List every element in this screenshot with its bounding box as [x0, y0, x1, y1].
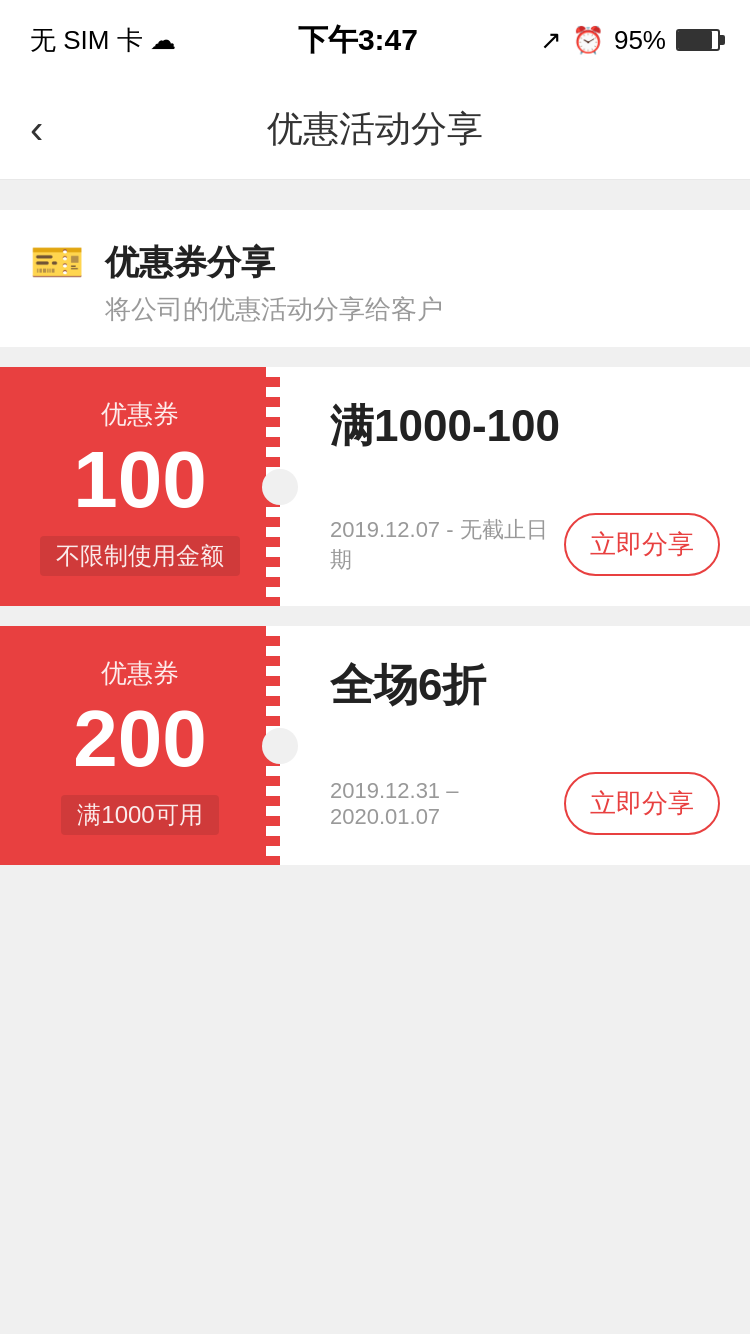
page-title: 优惠活动分享: [267, 105, 483, 154]
battery-icon: [676, 29, 720, 51]
no-sim-text: 无 SIM 卡 ☁: [30, 23, 176, 58]
status-right: ↗ ⏰ 95%: [540, 25, 720, 56]
status-time: 下午3:47: [298, 20, 418, 61]
section-text: 优惠券分享 将公司的优惠活动分享给客户: [105, 240, 443, 327]
location-icon: ↗: [540, 25, 562, 56]
coupon-right-0: 满1000-100 2019.12.07 - 无截止日期 立即分享: [280, 367, 750, 606]
coupon-date-1: 2019.12.31 – 2020.01.07: [330, 778, 564, 830]
nav-bar: ‹ 优惠活动分享: [0, 80, 750, 180]
share-button-1[interactable]: 立即分享: [564, 772, 720, 835]
coupon-card-1: 优惠券 200 满1000可用 全场6折 2019.12.31 – 2020.0…: [0, 626, 750, 865]
bottom-area: [0, 905, 750, 1334]
section-subtitle: 将公司的优惠活动分享给客户: [105, 292, 443, 327]
share-button-0[interactable]: 立即分享: [564, 513, 720, 576]
coupon-right-1: 全场6折 2019.12.31 – 2020.01.07 立即分享: [280, 626, 750, 865]
coupon-list: 优惠券 100 不限制使用金额 满1000-100 2019.12.07 - 无…: [0, 347, 750, 905]
battery-text: 95%: [614, 25, 666, 56]
coupon-section-icon: 🎫: [30, 240, 85, 284]
section-gap: [0, 180, 750, 210]
alarm-icon: ⏰: [572, 25, 604, 56]
back-button[interactable]: ‹: [30, 107, 43, 152]
coupon-label-0: 优惠券: [101, 397, 179, 432]
section-title: 优惠券分享: [105, 240, 443, 286]
coupon-label-1: 优惠券: [101, 656, 179, 691]
coupon-amount-0: 100: [73, 440, 206, 520]
coupon-left-1: 优惠券 200 满1000可用: [0, 626, 280, 865]
coupon-name-0: 满1000-100: [330, 397, 720, 456]
coupon-footer-0: 2019.12.07 - 无截止日期 立即分享: [330, 513, 720, 576]
coupon-card: 优惠券 100 不限制使用金额 满1000-100 2019.12.07 - 无…: [0, 367, 750, 606]
coupon-footer-1: 2019.12.31 – 2020.01.07 立即分享: [330, 772, 720, 835]
section-header-block: 🎫 优惠券分享 将公司的优惠活动分享给客户: [0, 210, 750, 347]
status-bar: 无 SIM 卡 ☁ 下午3:47 ↗ ⏰ 95%: [0, 0, 750, 80]
status-left: 无 SIM 卡 ☁: [30, 23, 176, 58]
coupon-condition-1: 满1000可用: [61, 795, 218, 835]
coupon-date-0: 2019.12.07 - 无截止日期: [330, 515, 564, 575]
coupon-left-0: 优惠券 100 不限制使用金额: [0, 367, 280, 606]
coupon-condition-0: 不限制使用金额: [40, 536, 240, 576]
coupon-amount-1: 200: [73, 699, 206, 779]
coupon-name-1: 全场6折: [330, 656, 720, 715]
